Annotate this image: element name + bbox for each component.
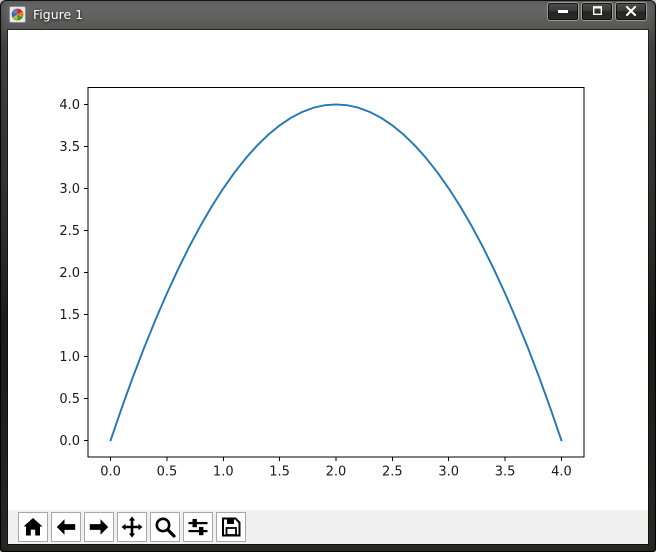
matplotlib-logo-icon	[9, 6, 26, 23]
axes-frame	[87, 87, 585, 458]
window-controls	[547, 2, 647, 21]
y-tick-label: 0.5	[59, 392, 80, 407]
pan-icon	[120, 515, 144, 539]
y-tick-label: 1.5	[59, 308, 80, 323]
y-tick-label: 2.0	[59, 266, 80, 281]
maximize-button[interactable]	[581, 2, 613, 21]
y-tick-label: 3.0	[59, 182, 80, 197]
toolbar-zoom-button[interactable]	[150, 512, 180, 542]
y-tick-label: 3.5	[59, 140, 80, 155]
x-tick-label: 0.5	[157, 465, 178, 480]
toolbar-home-button[interactable]	[18, 512, 48, 542]
save-icon	[219, 515, 243, 539]
window-title: Figure 1	[33, 7, 84, 22]
y-tick-label: 1.0	[59, 350, 80, 365]
x-tick-label: 0.0	[100, 465, 121, 480]
x-tick-label: 1.5	[269, 465, 290, 480]
figure-canvas[interactable]: 0.0 0.5 1.0 1.5 2.0 2.5 3.0 3.5 4.0 0.0 0.5 1.0 1.5 2…	[8, 30, 648, 510]
y-tick-label: 0.0	[59, 434, 80, 449]
x-tick-label: 2.5	[382, 465, 403, 480]
zoom-icon	[153, 515, 177, 539]
toolbar-back-button[interactable]	[51, 512, 81, 542]
navigation-toolbar	[8, 510, 648, 544]
close-button[interactable]	[615, 2, 647, 21]
toolbar-subplots-button[interactable]	[183, 512, 213, 542]
client-area: 0.0 0.5 1.0 1.5 2.0 2.5 3.0 3.5 4.0 0.0 0.5 1.0 1.5 2…	[8, 30, 648, 544]
minimize-button[interactable]	[547, 2, 579, 21]
toolbar-save-button[interactable]	[216, 512, 246, 542]
back-icon	[54, 515, 78, 539]
toolbar-forward-button[interactable]	[84, 512, 114, 542]
x-tick-label: 4.0	[551, 465, 572, 480]
minimize-icon	[557, 2, 569, 21]
x-tick-label: 2.0	[326, 465, 347, 480]
x-tick-label: 3.5	[495, 465, 516, 480]
line-series	[109, 103, 563, 442]
x-tick-label: 1.0	[213, 465, 234, 480]
close-icon	[625, 2, 637, 21]
title-bar[interactable]: Figure 1	[0, 0, 656, 30]
subplots-icon	[186, 515, 210, 539]
forward-icon	[87, 515, 111, 539]
x-tick-label: 3.0	[438, 465, 459, 480]
y-tick-label: 2.5	[59, 224, 80, 239]
y-tick-label: 4.0	[59, 98, 80, 113]
figure-window: Figure 1 0.0 0.5 1.0 1.5 2.0 2.5 3.0 3.5 4.0 0.0 0…	[0, 0, 656, 552]
maximize-icon	[591, 2, 604, 21]
toolbar-pan-button[interactable]	[117, 512, 147, 542]
home-icon	[21, 515, 45, 539]
